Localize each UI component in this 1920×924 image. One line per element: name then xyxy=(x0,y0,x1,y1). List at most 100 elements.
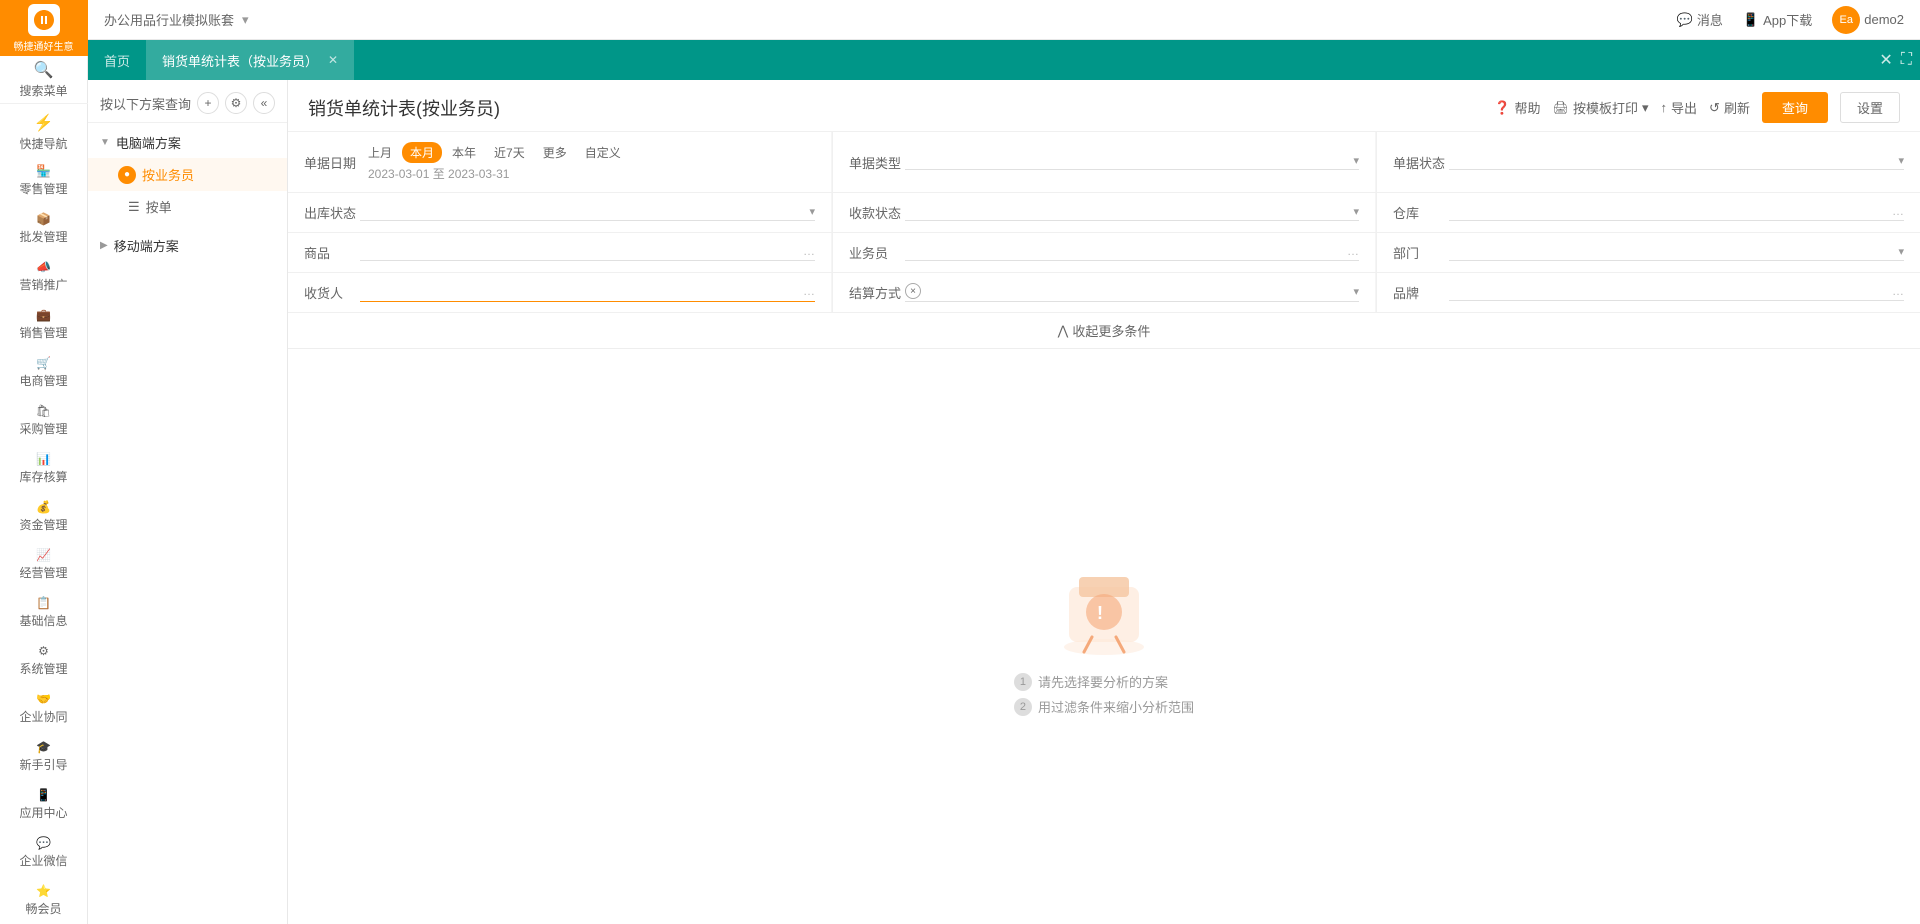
consignee-input[interactable]: … xyxy=(360,284,815,302)
date-last-7days[interactable]: 近7天 xyxy=(486,142,533,163)
sidebar-item-wechat[interactable]: 💬 企业微信 xyxy=(0,828,88,876)
date-more[interactable]: 更多 xyxy=(535,142,575,163)
sidebar-item-inventory[interactable]: 📊 库存核算 xyxy=(0,444,88,492)
date-this-year[interactable]: 本年 xyxy=(444,142,484,163)
collapse-panel-btn[interactable]: « xyxy=(253,92,275,114)
tab-expand-icon[interactable]: ⛶ xyxy=(1901,51,1912,69)
sidebar-item-basic[interactable]: 📋 基础信息 xyxy=(0,588,88,636)
department-select[interactable]: ▾ xyxy=(1449,245,1904,261)
salesperson-select[interactable]: … xyxy=(905,244,1359,261)
outstatus-label: 出库状态 xyxy=(304,203,360,222)
search-icon: 🔍 xyxy=(34,60,54,80)
outstatus-select[interactable]: ▾ xyxy=(360,205,815,221)
shortcut-icon: ⚡ xyxy=(34,113,54,133)
member-icon: ⭐ xyxy=(36,884,51,898)
brand-more-icon: … xyxy=(1892,284,1904,298)
finance-icon: 💰 xyxy=(36,500,51,514)
help-btn[interactable]: ❓ 帮助 xyxy=(1494,98,1540,117)
sidebar-item-member[interactable]: ⭐ 畅会员 xyxy=(0,876,88,924)
shortcut-label: 快捷导航 xyxy=(19,135,67,152)
settings-scheme-btn[interactable]: ⚙ xyxy=(225,92,247,114)
settings-button[interactable]: 设置 xyxy=(1840,92,1900,123)
date-this-month[interactable]: 本月 xyxy=(402,142,442,163)
payment-clear-icon[interactable]: × xyxy=(905,283,921,299)
sidebar-shortcut[interactable]: ⚡ 快捷导航 xyxy=(0,108,88,156)
desktop-section: ▼ 电脑端方案 ● 按业务员 ☰ 按单 xyxy=(88,123,287,226)
right-panel: 销货单统计表(按业务员) ❓ 帮助 🖨 按模板打印 ▾ ↑ 导出 xyxy=(288,80,1920,924)
docstatus-chevron: ▾ xyxy=(1898,154,1904,167)
receiptstatus-label: 收款状态 xyxy=(849,203,905,222)
brand-select[interactable]: … xyxy=(1449,284,1904,301)
order-icon: ☰ xyxy=(128,199,140,215)
retail-icon: 🏪 xyxy=(36,164,51,178)
doctype-select[interactable]: ▾ xyxy=(905,154,1359,170)
department-label: 部门 xyxy=(1393,243,1449,262)
docstatus-select[interactable]: ▾ xyxy=(1449,154,1904,170)
tab-home-label: 首页 xyxy=(104,51,130,70)
refresh-btn[interactable]: ↺ 刷新 xyxy=(1709,98,1750,117)
breadcrumb-dropdown-icon[interactable]: ▾ xyxy=(242,12,249,28)
sidebar-item-enterprise[interactable]: 🤝 企业协同 xyxy=(0,684,88,732)
empty-hint: 1 请先选择要分析的方案 2 用过滤条件来缩小分析范围 xyxy=(1014,672,1194,716)
date-last-month[interactable]: 上月 xyxy=(360,142,400,163)
app-logo[interactable]: 畅捷通好生意 xyxy=(0,0,88,56)
filter-salesperson-field: 业务员 … xyxy=(832,233,1376,272)
desktop-section-label: 电脑端方案 xyxy=(116,133,181,152)
sidebar-item-sales[interactable]: 💼 销售管理 xyxy=(0,300,88,348)
tab-close-window-icon[interactable]: ✕ xyxy=(1879,50,1892,70)
sidebar-item-purchase[interactable]: 🛍 采购管理 xyxy=(0,396,88,444)
query-button[interactable]: 查询 xyxy=(1762,92,1828,123)
tab-sales-stats[interactable]: 销货单统计表（按业务员） ✕ xyxy=(146,40,354,80)
print-btn[interactable]: 🖨 按模板打印 ▾ xyxy=(1552,98,1648,117)
tab-sales-stats-label: 销货单统计表（按业务员） xyxy=(162,51,318,70)
collapse-panel-icon: « xyxy=(261,96,268,110)
purchase-icon: 🛍 xyxy=(36,404,51,418)
left-panel: 按以下方案查询 + ⚙ « ▼ 电脑端方案 xyxy=(88,80,288,924)
sidebar-item-appcenter[interactable]: 📱 应用中心 xyxy=(0,780,88,828)
goods-select[interactable]: … xyxy=(360,244,815,261)
sidebar-item-system[interactable]: ⚙ 系统管理 xyxy=(0,636,88,684)
scheme-by-order[interactable]: ☰ 按单 xyxy=(88,191,287,222)
marketing-label: 营销推广 xyxy=(19,276,67,293)
logo-icon xyxy=(28,4,60,36)
wechat-icon: 💬 xyxy=(36,836,51,850)
sidebar-item-marketing[interactable]: 📣 营销推广 xyxy=(0,252,88,300)
mobile-section-header[interactable]: ▶ 移动端方案 xyxy=(88,230,287,261)
page-content: 按以下方案查询 + ⚙ « ▼ 电脑端方案 xyxy=(88,80,1920,924)
sidebar-item-operations[interactable]: 📈 经营管理 xyxy=(0,540,88,588)
hint-num-2: 2 xyxy=(1014,698,1032,716)
export-label: 导出 xyxy=(1671,98,1697,117)
doctype-chevron: ▾ xyxy=(1353,154,1359,167)
sidebar-item-finance[interactable]: 💰 资金管理 xyxy=(0,492,88,540)
page-title: 销货单统计表(按业务员) xyxy=(308,95,500,121)
left-panel-title: 按以下方案查询 xyxy=(100,94,191,113)
add-scheme-btn[interactable]: + xyxy=(197,92,219,114)
tab-home[interactable]: 首页 xyxy=(88,40,146,80)
marketing-icon: 📣 xyxy=(36,260,51,274)
payment-select[interactable]: × ▾ xyxy=(905,283,1359,302)
warehouse-label: 仓库 xyxy=(1393,203,1449,222)
app-download-btn[interactable]: 📱 App下载 xyxy=(1743,10,1812,29)
tab-close-icon[interactable]: ✕ xyxy=(328,53,338,67)
mobile-section: ▶ 移动端方案 xyxy=(88,226,287,265)
message-btn[interactable]: 💬 消息 xyxy=(1677,10,1723,29)
sidebar-item-newbie[interactable]: 🎓 新手引导 xyxy=(0,732,88,780)
sidebar-search[interactable]: 🔍 搜索菜单 xyxy=(0,56,88,104)
consignee-text-input[interactable] xyxy=(360,284,803,299)
breadcrumb-area: 办公用品行业模拟账套 ▾ xyxy=(104,10,249,29)
receiptstatus-select[interactable]: ▾ xyxy=(905,205,1359,221)
date-custom[interactable]: 自定义 xyxy=(577,142,629,163)
collapse-row[interactable]: ⋀ 收起更多条件 xyxy=(288,313,1920,348)
desktop-section-header[interactable]: ▼ 电脑端方案 xyxy=(88,127,287,158)
scheme-by-salesperson[interactable]: ● 按业务员 xyxy=(88,158,287,191)
sidebar-item-retail[interactable]: 🏪 零售管理 xyxy=(0,156,88,204)
user-avatar-area[interactable]: Ea demo2 xyxy=(1832,6,1904,34)
operations-label: 经营管理 xyxy=(19,564,67,581)
top-header: 办公用品行业模拟账套 ▾ 💬 消息 📱 App下载 Ea demo2 xyxy=(88,0,1920,40)
sidebar-item-ecommerce[interactable]: 🛒 电商管理 xyxy=(0,348,88,396)
warehouse-select[interactable]: … xyxy=(1449,204,1904,221)
purchase-label: 采购管理 xyxy=(19,420,67,437)
basic-label: 基础信息 xyxy=(19,612,67,629)
sidebar-item-wholesale[interactable]: 📦 批发管理 xyxy=(0,204,88,252)
export-btn[interactable]: ↑ 导出 xyxy=(1661,98,1698,117)
